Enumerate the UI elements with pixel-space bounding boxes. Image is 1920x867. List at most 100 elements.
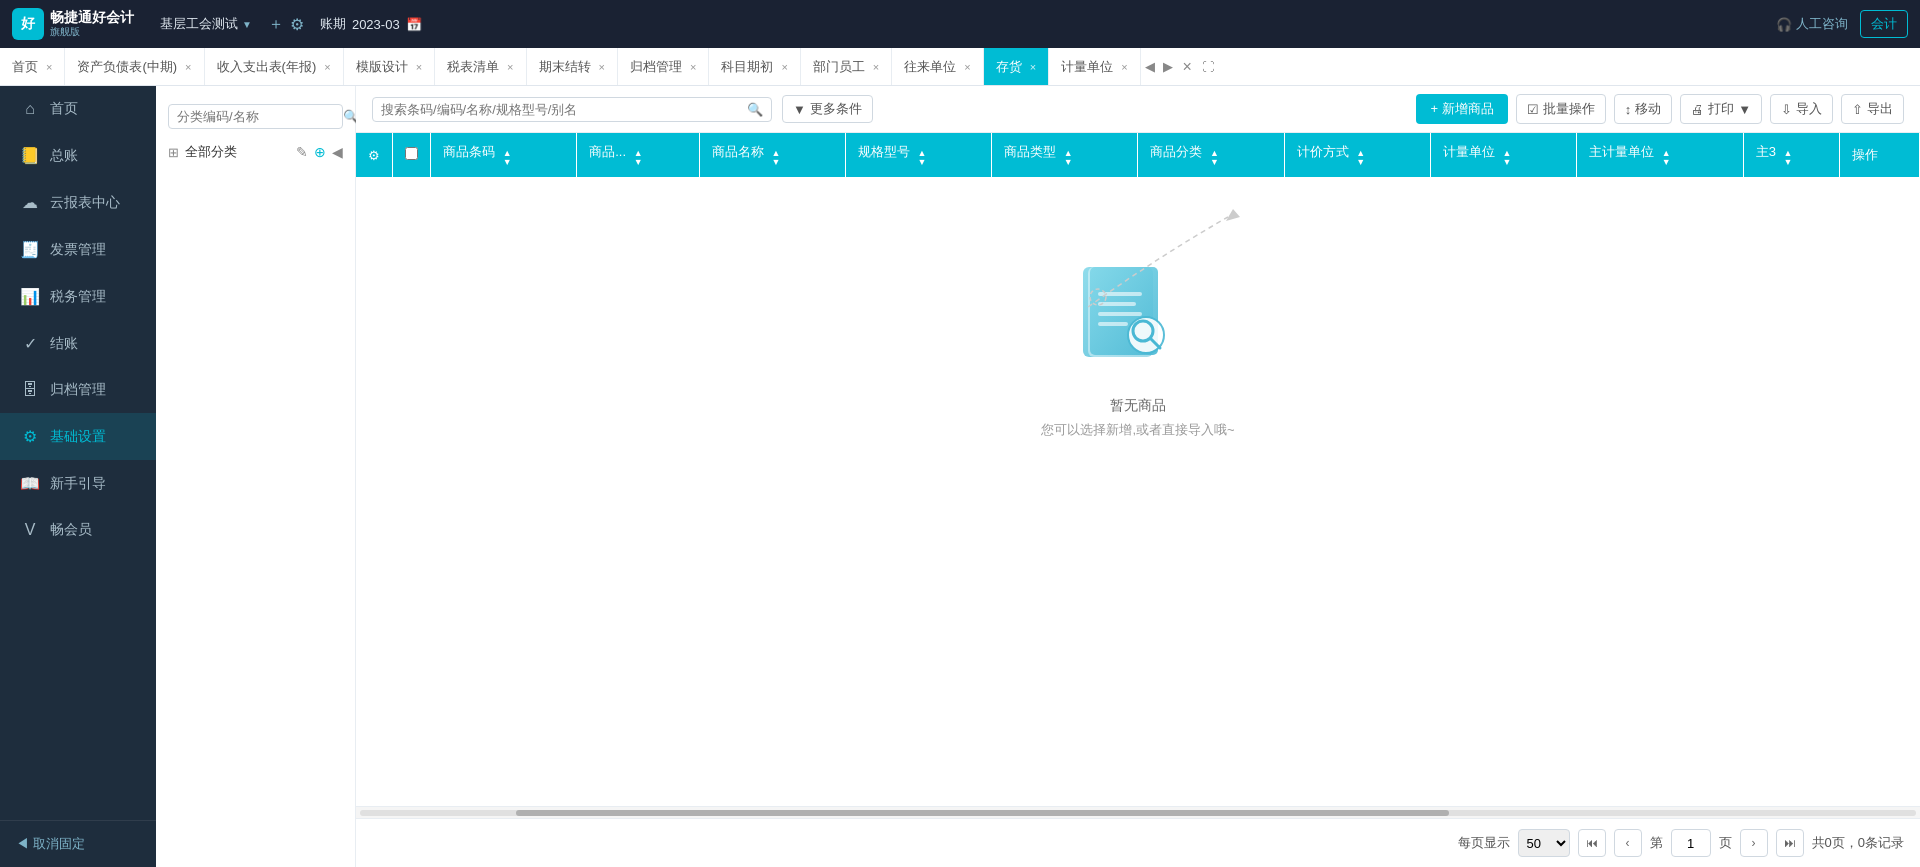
sidebar-item-guide[interactable]: 📖 新手引导 xyxy=(0,460,156,507)
company-name[interactable]: 基层工会测试 ▼ xyxy=(160,15,252,33)
import-icon: ⇩ xyxy=(1781,102,1792,117)
tab-close-tax[interactable]: × xyxy=(507,61,513,73)
tab-home[interactable]: 首页 × xyxy=(0,48,65,86)
prev-page-button[interactable]: ‹ xyxy=(1614,829,1642,857)
main-search-box: 🔍 xyxy=(372,97,772,122)
sidebar-item-close[interactable]: ✓ 结账 xyxy=(0,320,156,367)
col-operations: 操作 xyxy=(1840,133,1920,177)
add-icon[interactable]: ＋ xyxy=(268,14,284,35)
add-category-icon[interactable]: ⊕ xyxy=(314,144,326,160)
service-button[interactable]: 🎧 人工咨询 xyxy=(1776,15,1848,33)
col-checkbox[interactable] xyxy=(393,133,431,177)
category-all[interactable]: ⊞ 全部分类 ✎ ⊕ ◀ xyxy=(156,137,355,167)
svg-marker-0 xyxy=(1226,209,1240,221)
add-product-button[interactable]: + 新增商品 xyxy=(1416,94,1507,124)
col-category[interactable]: 商品分类 ▲▼ xyxy=(1138,133,1284,177)
tab-close-all[interactable]: × xyxy=(1177,58,1198,76)
collapse-icon[interactable]: ◀ xyxy=(332,144,343,160)
tab-close-dept[interactable]: × xyxy=(873,61,879,73)
tax-icon: 📊 xyxy=(20,287,40,306)
next-page-button[interactable]: › xyxy=(1740,829,1768,857)
svg-point-1 xyxy=(1090,289,1106,305)
category-search-input[interactable] xyxy=(177,109,337,124)
first-page-button[interactable]: ⏮ xyxy=(1578,829,1606,857)
col-spec[interactable]: 规格型号 ▲▼ xyxy=(845,133,991,177)
import-button[interactable]: ⇩ 导入 xyxy=(1770,94,1833,124)
per-page-select[interactable]: 10 20 50 100 xyxy=(1518,829,1570,857)
select-all-checkbox[interactable] xyxy=(405,147,418,160)
total-count: 共0页，0条记录 xyxy=(1812,834,1904,852)
sidebar-item-reports[interactable]: ☁ 云报表中心 xyxy=(0,179,156,226)
export-button[interactable]: ⇧ 导出 xyxy=(1841,94,1904,124)
move-button[interactable]: ↕ 移动 xyxy=(1614,94,1673,124)
tab-unit[interactable]: 计量单位 × xyxy=(1049,48,1140,86)
tab-close-unit[interactable]: × xyxy=(1121,61,1127,73)
scroll-thumb[interactable] xyxy=(516,810,1450,816)
logo-subtitle: 旗舰版 xyxy=(50,25,134,39)
empty-state: 暂无商品 您可以选择新增,或者直接导入哦~ xyxy=(356,177,1920,519)
tab-next[interactable]: ▶ xyxy=(1159,59,1177,74)
tab-period-close[interactable]: 期末结转 × xyxy=(527,48,618,86)
page-number-input[interactable] xyxy=(1671,829,1711,857)
tab-close-subject[interactable]: × xyxy=(781,61,787,73)
tab-template[interactable]: 模版设计 × xyxy=(344,48,435,86)
sidebar-pin-toggle[interactable]: ◀ 取消固定 xyxy=(0,820,156,867)
tab-close-template[interactable]: × xyxy=(416,61,422,73)
category-action-btns: ✎ ⊕ ◀ xyxy=(296,144,343,160)
gear-icon: ⚙ xyxy=(20,427,40,446)
tab-contact[interactable]: 往来单位 × xyxy=(892,48,983,86)
sidebar-item-archive[interactable]: 🗄 归档管理 xyxy=(0,367,156,413)
tab-department[interactable]: 部门员工 × xyxy=(801,48,892,86)
main-search-input[interactable] xyxy=(381,102,741,117)
col-unit[interactable]: 计量单位 ▲▼ xyxy=(1430,133,1576,177)
col-name[interactable]: 商品名称 ▲▼ xyxy=(699,133,845,177)
calendar-icon[interactable]: 📅 xyxy=(406,17,422,32)
sidebar-item-home[interactable]: ⌂ 首页 xyxy=(0,86,156,132)
logo-text-block: 畅捷通好会计 旗舰版 xyxy=(50,9,134,40)
tab-subject[interactable]: 科目期初 × xyxy=(709,48,800,86)
close-book-icon: ✓ xyxy=(20,334,40,353)
col-settings[interactable]: ⚙ xyxy=(356,133,393,177)
tab-close-balance[interactable]: × xyxy=(185,61,191,73)
col-main-unit[interactable]: 主计量单位 ▲▼ xyxy=(1577,133,1744,177)
tab-close-period[interactable]: × xyxy=(599,61,605,73)
col-type[interactable]: 商品类型 ▲▼ xyxy=(992,133,1138,177)
sidebar-item-tax[interactable]: 📊 税务管理 xyxy=(0,273,156,320)
move-icon: ↕ xyxy=(1625,102,1632,117)
tab-close-inventory[interactable]: × xyxy=(1030,61,1036,73)
sidebar-item-member[interactable]: V 畅会员 xyxy=(0,507,156,553)
sidebar-item-invoice[interactable]: 🧾 发票管理 xyxy=(0,226,156,273)
horizontal-scrollbar[interactable] xyxy=(356,806,1920,818)
scroll-track[interactable] xyxy=(360,810,1916,816)
tab-income[interactable]: 收入支出表(年报) × xyxy=(205,48,344,86)
account-button[interactable]: 会计 xyxy=(1860,10,1908,38)
print-button[interactable]: 🖨 打印 ▼ xyxy=(1680,94,1762,124)
main-search-icon[interactable]: 🔍 xyxy=(747,102,763,117)
tab-archive[interactable]: 归档管理 × xyxy=(618,48,709,86)
tab-close-home[interactable]: × xyxy=(46,61,52,73)
company-dropdown-icon: ▼ xyxy=(242,19,252,30)
tab-close-contact[interactable]: × xyxy=(964,61,970,73)
tab-close-income[interactable]: × xyxy=(324,61,330,73)
ledger-icon: 📒 xyxy=(20,146,40,165)
sidebar-item-ledger[interactable]: 📒 总账 xyxy=(0,132,156,179)
table-container: ⚙ 商品条码 ▲▼ 商品... ▲▼ 商品名称 ▲▼ 规格型号 ▲▼ 商品类型 … xyxy=(356,133,1920,806)
filter-button[interactable]: ▼ 更多条件 xyxy=(782,95,873,123)
col-barcode[interactable]: 商品条码 ▲▼ xyxy=(431,133,577,177)
settings-icon[interactable]: ⚙ xyxy=(290,15,304,34)
col-3[interactable]: 主3 ▲▼ xyxy=(1743,133,1840,177)
col-pricing[interactable]: 计价方式 ▲▼ xyxy=(1284,133,1430,177)
batch-button[interactable]: ☑ 批量操作 xyxy=(1516,94,1606,124)
tab-balance-sheet[interactable]: 资产负债表(中期) × xyxy=(65,48,204,86)
second-toolbar: 🔍 ▼ 更多条件 + 新增商品 ☑ 批量操作 ↕ xyxy=(356,86,1920,133)
last-page-button[interactable]: ⏭ xyxy=(1776,829,1804,857)
tab-tax-list[interactable]: 税表清单 × xyxy=(435,48,526,86)
grid-icon: ⊞ xyxy=(168,145,179,160)
col-code[interactable]: 商品... ▲▼ xyxy=(577,133,700,177)
sidebar-item-basic[interactable]: ⚙ 基础设置 xyxy=(0,413,156,460)
edit-icon[interactable]: ✎ xyxy=(296,144,308,160)
tab-expand[interactable]: ⛶ xyxy=(1198,60,1218,74)
tab-close-archive[interactable]: × xyxy=(690,61,696,73)
tab-prev[interactable]: ◀ xyxy=(1141,59,1159,74)
tab-inventory[interactable]: 存货 × xyxy=(984,48,1049,86)
